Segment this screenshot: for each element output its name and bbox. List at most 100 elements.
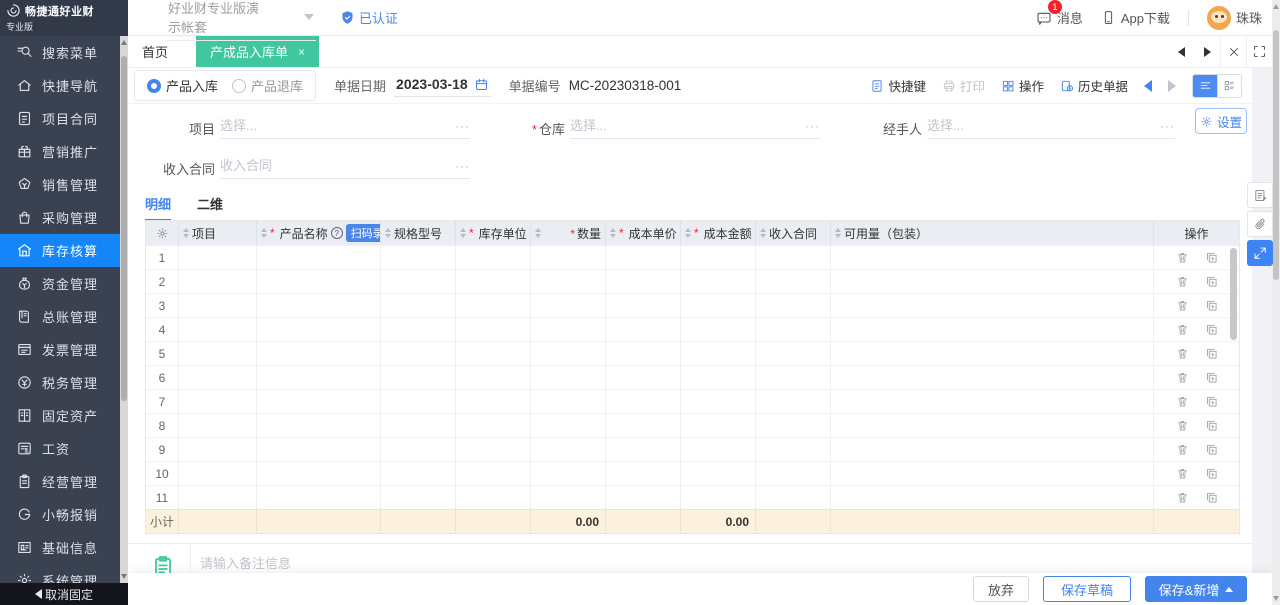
cell-income-contract[interactable] (756, 437, 831, 461)
sidebar-item-contract[interactable]: 项目合同 (0, 102, 120, 135)
sort-icon[interactable] (535, 228, 541, 238)
next-doc-button[interactable] (1168, 79, 1176, 92)
cell-available-qty[interactable] (831, 317, 1154, 341)
sort-icon[interactable] (183, 228, 189, 238)
cell-product-name[interactable] (257, 245, 381, 269)
cell-cost-price[interactable] (606, 317, 681, 341)
cell-spec[interactable] (381, 293, 456, 317)
cell-cost-price[interactable] (606, 413, 681, 437)
attachment-button[interactable] (1247, 211, 1273, 237)
save-draft-button[interactable]: 保存草稿 (1043, 576, 1131, 602)
cell-qty[interactable] (531, 365, 606, 389)
cell-income-contract[interactable] (756, 413, 831, 437)
cell-income-contract[interactable] (756, 341, 831, 365)
cell-unit[interactable] (456, 341, 531, 365)
cell-income-contract[interactable] (756, 269, 831, 293)
sidebar-item-operation[interactable]: 经营管理 (0, 465, 120, 498)
cell-available-qty[interactable] (831, 437, 1154, 461)
cell-unit[interactable] (456, 269, 531, 293)
cell-project[interactable] (179, 293, 257, 317)
scroll-down-icon[interactable] (121, 574, 127, 579)
cell-available-qty[interactable] (831, 365, 1154, 389)
cell-product-name[interactable] (257, 341, 381, 365)
sort-icon[interactable] (685, 228, 691, 238)
cell-qty[interactable] (531, 341, 606, 365)
cell-project[interactable] (179, 365, 257, 389)
cell-cost-amount[interactable] (681, 485, 756, 509)
cell-income-contract[interactable] (756, 245, 831, 269)
cell-product-name[interactable] (257, 293, 381, 317)
cell-product-name[interactable] (257, 437, 381, 461)
cell-cost-amount[interactable] (681, 269, 756, 293)
cell-unit[interactable] (456, 437, 531, 461)
cell-qty[interactable] (531, 485, 606, 509)
sidebar-item-funds[interactable]: 资金管理 (0, 267, 120, 300)
cell-project[interactable] (179, 245, 257, 269)
cell-qty[interactable] (531, 437, 606, 461)
help-icon[interactable]: ? (330, 227, 343, 239)
income-contract-input[interactable] (220, 158, 451, 173)
sidebar-item-fixed-asset[interactable]: 固定资产 (0, 399, 120, 432)
cell-project[interactable] (179, 341, 257, 365)
handler-input[interactable] (927, 118, 1156, 133)
copy-row-icon[interactable] (1205, 419, 1218, 432)
sidebar-scrollbar[interactable] (120, 36, 128, 583)
copy-row-icon[interactable] (1205, 347, 1218, 360)
cell-unit[interactable] (456, 389, 531, 413)
copy-row-icon[interactable] (1205, 323, 1218, 336)
sidebar-item-salary[interactable]: 工资 (0, 432, 120, 465)
column-settings-button[interactable] (146, 221, 179, 245)
page-scrollbar[interactable] (1272, 0, 1280, 605)
cell-income-contract[interactable] (756, 389, 831, 413)
close-all-tabs-button[interactable] (1220, 36, 1246, 67)
cell-product-name[interactable] (257, 317, 381, 341)
cell-product-name[interactable] (257, 269, 381, 293)
close-icon[interactable]: × (298, 45, 305, 59)
cell-spec[interactable] (381, 461, 456, 485)
unpin-sidebar-button[interactable]: 取消固定 (0, 583, 128, 605)
cell-unit[interactable] (456, 485, 531, 509)
delete-row-icon[interactable] (1176, 443, 1189, 456)
copy-row-icon[interactable] (1205, 371, 1218, 384)
prev-doc-button[interactable] (1144, 79, 1152, 92)
cell-cost-amount[interactable] (681, 341, 756, 365)
cell-project[interactable] (179, 413, 257, 437)
tab-scroll-right-button[interactable] (1194, 36, 1220, 67)
app-download-button[interactable]: App下载 (1101, 8, 1170, 27)
delete-row-icon[interactable] (1176, 299, 1189, 312)
cell-cost-price[interactable] (606, 365, 681, 389)
sidebar-item-purchase-bag[interactable]: 采购管理 (0, 201, 120, 234)
handler-picker-icon[interactable]: ··· (1156, 119, 1175, 133)
cell-project[interactable] (179, 437, 257, 461)
copy-row-icon[interactable] (1205, 275, 1218, 288)
project-input[interactable] (220, 118, 451, 133)
cell-spec[interactable] (381, 317, 456, 341)
cell-cost-price[interactable] (606, 437, 681, 461)
sidebar-item-reimburse[interactable]: 小畅报销 (0, 498, 120, 531)
sort-icon[interactable] (385, 228, 391, 238)
save-and-new-button[interactable]: 保存&新增 (1145, 576, 1247, 602)
cell-income-contract[interactable] (756, 485, 831, 509)
cell-product-name[interactable] (257, 485, 381, 509)
cell-product-name[interactable] (257, 365, 381, 389)
sidebar-item-invoice[interactable]: 发票管理 (0, 333, 120, 366)
user-menu[interactable]: 珠珠 (1206, 5, 1262, 30)
cell-qty[interactable] (531, 269, 606, 293)
sort-icon[interactable] (835, 228, 841, 238)
cell-spec[interactable] (381, 485, 456, 509)
sidebar-item-ledger[interactable]: 总账管理 (0, 300, 120, 333)
copy-row-icon[interactable] (1205, 467, 1218, 480)
cell-unit[interactable] (456, 461, 531, 485)
scroll-down-icon[interactable] (1273, 596, 1279, 601)
remark-input[interactable] (200, 556, 1240, 571)
sort-icon[interactable] (610, 228, 616, 238)
sidebar-item-system[interactable]: 系统管理 (0, 564, 120, 583)
sidebar-item-base-info[interactable]: 基础信息 (0, 531, 120, 564)
cell-available-qty[interactable] (831, 245, 1154, 269)
delete-row-icon[interactable] (1176, 251, 1189, 264)
delete-row-icon[interactable] (1176, 419, 1189, 432)
copy-row-icon[interactable] (1205, 251, 1218, 264)
cell-spec[interactable] (381, 245, 456, 269)
cell-project[interactable] (179, 317, 257, 341)
grid-scrollbar-thumb[interactable] (1230, 248, 1237, 340)
